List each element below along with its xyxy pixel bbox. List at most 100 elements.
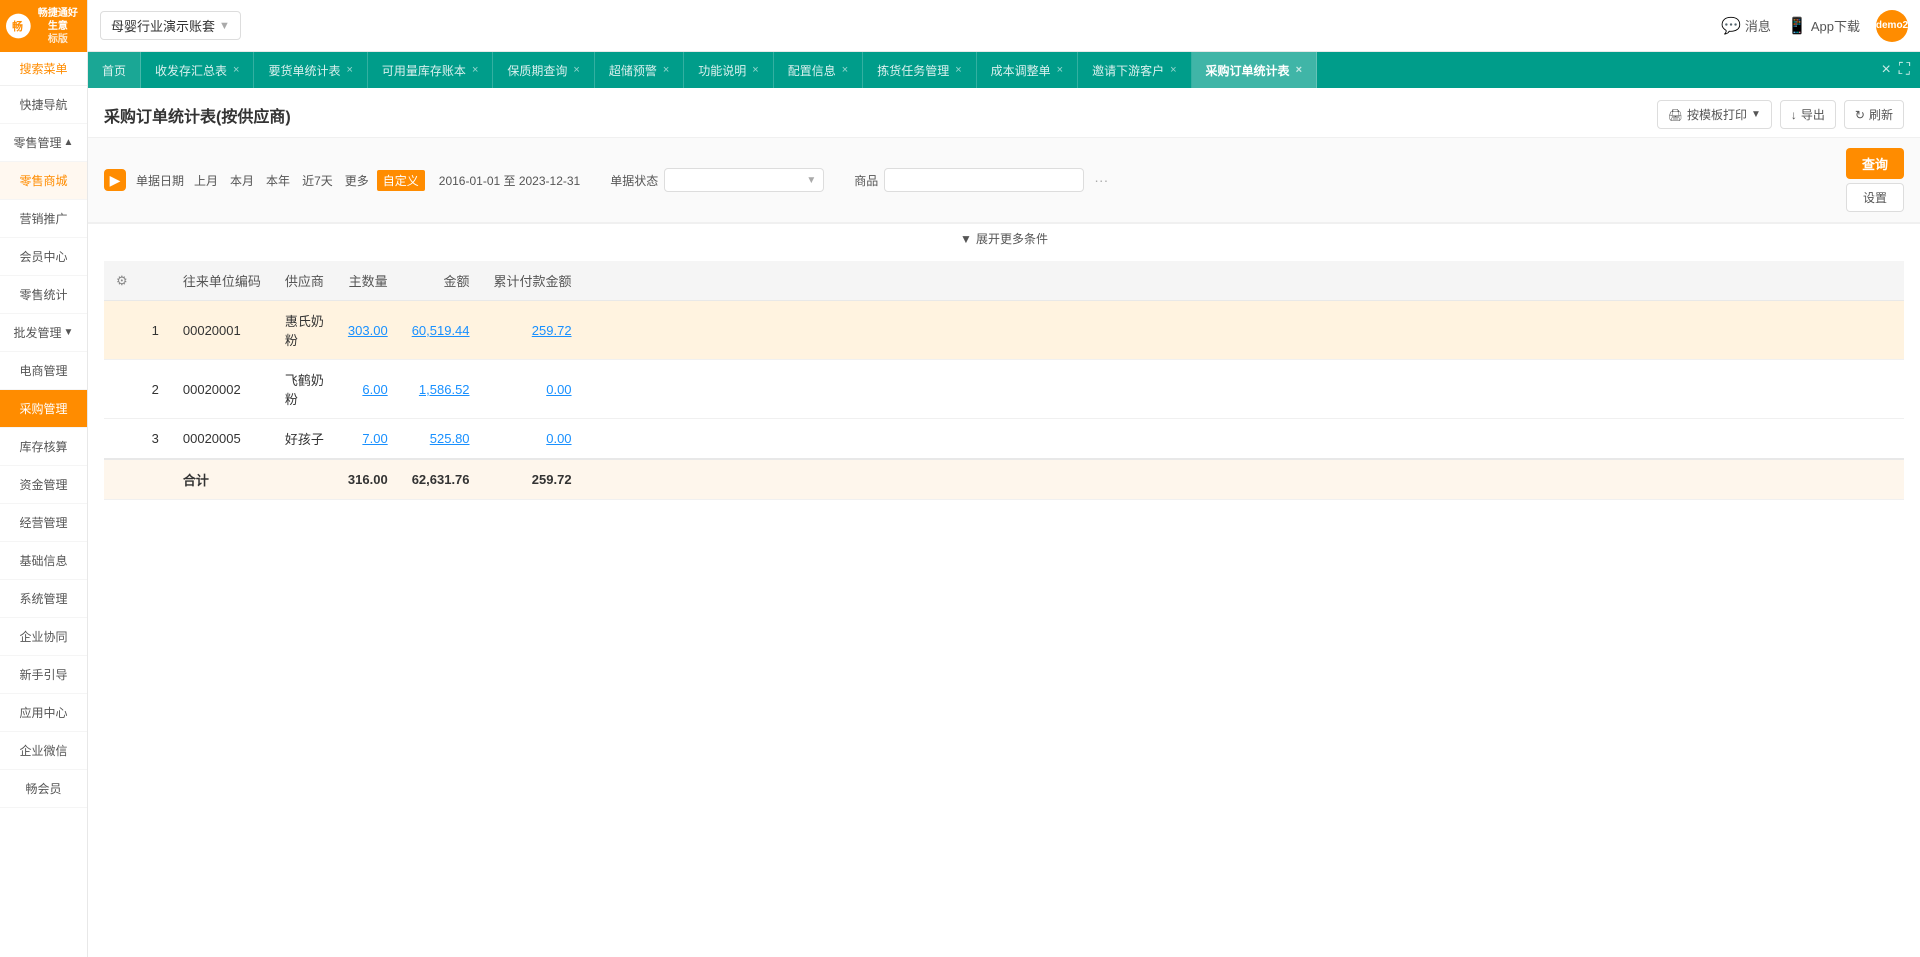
sidebar-item-finance[interactable]: 资金管理 [0,466,87,504]
cell-paid: 259.72 [482,301,584,360]
tab-baoquan[interactable]: 保质期查询 × [493,52,594,88]
tab-close-baoquan[interactable]: × [573,64,579,76]
message-icon: 💬 [1721,16,1741,36]
cell-index: 1 [140,301,171,360]
sidebar-item-vip[interactable]: 畅会员 [0,770,87,808]
amount-link[interactable]: 1,586.52 [419,382,470,397]
tab-home[interactable]: 首页 [88,52,141,88]
workspace-selector[interactable]: 母婴行业演示账套 ▼ [100,11,241,40]
tab-close-yaoqing[interactable]: × [1170,64,1176,76]
sidebar-item-retail[interactable]: 零售管理 ▲ [0,124,87,162]
printer-icon: 🖨 [1668,108,1683,122]
tab-close-yaohuo[interactable]: × [346,64,352,76]
tab-close-all-btn[interactable]: × [1881,61,1890,79]
sidebar-item-member[interactable]: 会员中心 [0,238,87,276]
sidebar-item-ecom[interactable]: 电商管理 [0,352,87,390]
col-index [140,261,171,301]
amount-link[interactable]: 60,519.44 [412,323,470,338]
date-btn-last-month[interactable]: 上月 [190,170,222,191]
total-quantity: 316.00 [336,459,400,500]
sidebar-item-system[interactable]: 系统管理 [0,580,87,618]
expand-more-btn[interactable]: ▼ 展开更多条件 [88,223,1920,253]
sidebar-item-inventory[interactable]: 库存核算 [0,428,87,466]
tab-close-caigou[interactable]: × [1296,64,1302,76]
sidebar-item-purchase[interactable]: 采购管理 [0,390,87,428]
tab-close-chaochuyujing[interactable]: × [663,64,669,76]
tab-close-zhehuo[interactable]: × [955,64,961,76]
paid-link[interactable]: 0.00 [546,431,571,446]
date-btn-custom[interactable]: 自定义 [377,170,425,191]
logo-sub: 标版 [35,33,81,46]
sidebar-item-appcenter[interactable]: 应用中心 [0,694,87,732]
quantity-link[interactable]: 7.00 [362,431,387,446]
cell-quantity: 6.00 [336,360,400,419]
settings-button[interactable]: 设置 [1846,183,1904,212]
tab-shoufahui[interactable]: 收发存汇总表 × [141,52,254,88]
filter-toggle-btn[interactable]: ▶ [104,169,126,191]
sidebar-item-quicknav[interactable]: 快捷导航 [0,86,87,124]
tab-close-chengben[interactable]: × [1057,64,1063,76]
col-paid: 累计付款金额 [482,261,584,301]
page-title: 采购订单统计表(按供应商) [104,103,291,127]
tab-close-gongneng[interactable]: × [752,64,758,76]
tab-zhehuo[interactable]: 拣货任务管理 × [863,52,976,88]
date-btn-this-month[interactable]: 本月 [226,170,258,191]
table-header-row: ⚙ 往来单位编码 供应商 主数量 金额 累计付款金额 [104,261,1904,301]
status-select[interactable] [664,168,824,192]
cell-extra [584,360,1904,419]
paid-link[interactable]: 0.00 [546,382,571,397]
tab-close-keyongliang[interactable]: × [472,64,478,76]
tab-close-peizhi[interactable]: × [842,64,848,76]
table-row: 3 00020005 好孩子 7.00 525.80 0.00 [104,419,1904,460]
sidebar-item-wechat[interactable]: 企业微信 [0,732,87,770]
filter-actions: 查询 设置 [1846,148,1904,212]
cell-quantity: 303.00 [336,301,400,360]
user-avatar-btn[interactable]: demo2 [1876,10,1908,42]
tab-keyongliang[interactable]: 可用量库存账本 × [368,52,493,88]
date-btn-7days[interactable]: 近7天 [298,170,337,191]
sidebar-item-enterprise[interactable]: 企业协同 [0,618,87,656]
tab-caigou[interactable]: 采购订单统计表 × [1192,52,1317,88]
app-download-btn[interactable]: 📱 App下载 [1787,16,1860,36]
content-area: 采购订单统计表(按供应商) 🖨 按模板打印 ▼ ↓ 导出 ↻ 刷新 [88,88,1920,957]
sidebar-item-operations[interactable]: 经营管理 [0,504,87,542]
export-button[interactable]: ↓ 导出 [1780,100,1836,129]
table-settings-icon[interactable]: ⚙ [116,273,128,288]
total-amount: 62,631.76 [400,459,482,500]
tab-gongneng[interactable]: 功能说明 × [684,52,773,88]
refresh-button[interactable]: ↻ 刷新 [1844,100,1904,129]
tab-close-shoufahui[interactable]: × [233,64,239,76]
amount-link[interactable]: 525.80 [430,431,470,446]
tab-fullscreen-btn[interactable]: ⛶ [1899,61,1910,79]
sidebar-item-retail-stats[interactable]: 零售统计 [0,276,87,314]
tab-bar-end: × ⛶ [1871,61,1920,79]
cell-paid: 0.00 [482,360,584,419]
sidebar-item-marketing[interactable]: 营销推广 [0,200,87,238]
workspace-name: 母婴行业演示账套 [111,16,215,35]
sidebar-item-wholesale[interactable]: 批发管理 ▼ [0,314,87,352]
print-button[interactable]: 🖨 按模板打印 ▼ [1657,100,1772,129]
quantity-link[interactable]: 303.00 [348,323,388,338]
sidebar-item-basic[interactable]: 基础信息 [0,542,87,580]
date-btn-this-year[interactable]: 本年 [262,170,294,191]
tab-chaochuyujing[interactable]: 超储预警 × [595,52,684,88]
sidebar-item-newguide[interactable]: 新手引导 [0,656,87,694]
message-btn[interactable]: 💬 消息 [1721,16,1771,36]
goods-input[interactable] [884,168,1084,192]
sidebar-search[interactable]: 搜索菜单 [0,52,87,86]
tab-yaoqing[interactable]: 邀请下游客户 × [1078,52,1191,88]
header-actions: 💬 消息 📱 App下载 demo2 [1721,10,1908,42]
sidebar-item-retail-shop[interactable]: 零售商城 [0,162,87,200]
filter-status-item: 单据状态 ▼ [610,168,824,192]
query-button[interactable]: 查询 [1846,148,1904,179]
tab-chengben[interactable]: 成本调整单 × [977,52,1078,88]
cell-amount: 60,519.44 [400,301,482,360]
goods-more-icon[interactable]: ··· [1094,172,1108,188]
tab-bar: 首页 收发存汇总表 × 要货单统计表 × 可用量库存账本 × 保质期查询 × 超… [88,52,1920,88]
paid-link[interactable]: 259.72 [532,323,572,338]
date-btn-more[interactable]: 更多 [341,170,373,191]
quantity-link[interactable]: 6.00 [362,382,387,397]
date-range-display: 2016-01-01 至 2023-12-31 [439,172,580,189]
tab-yaohuo[interactable]: 要货单统计表 × [254,52,367,88]
tab-peizhi[interactable]: 配置信息 × [774,52,863,88]
